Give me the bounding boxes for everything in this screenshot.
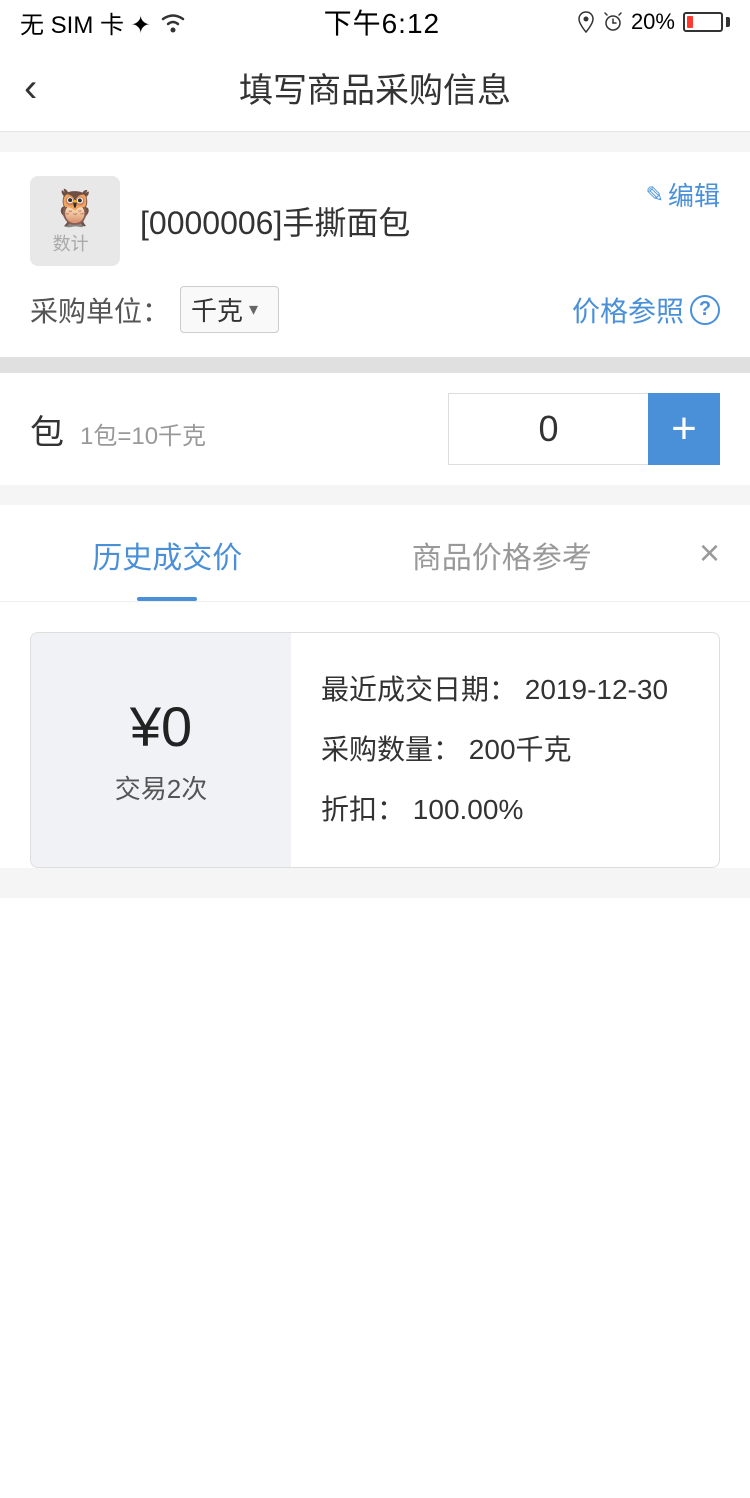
- tab-active-indicator: [137, 597, 197, 601]
- edit-icon: ✎: [646, 182, 664, 208]
- recent-date-row: 最近成交日期： 2019-12-30: [321, 669, 689, 711]
- history-price-section: ¥0 交易2次: [31, 633, 291, 867]
- blank-area: [0, 898, 750, 1498]
- product-name: [0000006]手撕面包: [140, 198, 410, 244]
- history-card: ¥0 交易2次 最近成交日期： 2019-12-30 采购数量： 200千克 折…: [30, 632, 720, 868]
- unit-sub-label: 1包=10千克: [80, 416, 206, 451]
- product-left: 🦉 数计 [0000006]手撕面包: [30, 176, 410, 266]
- unit-big-label: 包: [30, 405, 64, 454]
- plus-button[interactable]: +: [648, 393, 720, 465]
- recent-date-value: 2019-12-30: [525, 674, 668, 705]
- status-time: 下午6:12: [324, 2, 441, 42]
- quantity-input[interactable]: [448, 393, 648, 465]
- unit-selector[interactable]: 千克 ▾: [180, 286, 279, 333]
- tabs-header: 历史成交价 商品价格参考 ×: [0, 505, 750, 602]
- edit-button[interactable]: ✎ 编辑: [646, 176, 720, 213]
- purchase-quantity-row: 采购数量： 200千克: [321, 729, 689, 771]
- unit-section: 采购单位： 千克 ▾: [30, 286, 279, 333]
- quantity-row: 包 1包=10千克 +: [0, 373, 750, 485]
- battery-text: 20%: [631, 9, 675, 35]
- purchase-quantity-label: 采购数量：: [321, 734, 461, 765]
- tabs-panel: 历史成交价 商品价格参考 × ¥0 交易2次 最近成交日期： 2019-12-3…: [0, 505, 750, 868]
- tab-price-reference[interactable]: 商品价格参考: [334, 505, 668, 601]
- tab-history-price[interactable]: 历史成交价: [0, 505, 334, 601]
- tab-close-button[interactable]: ×: [669, 512, 750, 594]
- battery-icon: [683, 12, 730, 32]
- section-divider: [0, 357, 750, 373]
- page-title: 填写商品采购信息: [239, 63, 511, 112]
- unit-label: 采购单位：: [30, 290, 170, 330]
- status-left: 无 SIM 卡 ✦: [20, 5, 187, 40]
- recent-date-label: 最近成交日期：: [321, 674, 517, 705]
- quantity-label: 包 1包=10千克: [30, 405, 206, 454]
- sim-text: 无 SIM 卡 ✦: [20, 5, 151, 40]
- product-card: 🦉 数计 [0000006]手撕面包 ✎ 编辑 采购单位： 千克 ▾ 价格参照 …: [0, 152, 750, 357]
- product-header: 🦉 数计 [0000006]手撕面包 ✎ 编辑: [30, 176, 720, 266]
- discount-label: 折扣：: [321, 794, 405, 825]
- purchase-quantity-value: 200千克: [469, 734, 572, 765]
- location-icon: [577, 11, 595, 33]
- price-reference-button[interactable]: 价格参照 ?: [572, 290, 720, 330]
- status-right: 20%: [577, 9, 730, 35]
- trade-count: 交易2次: [115, 769, 207, 806]
- wifi-icon: [159, 11, 187, 33]
- dropdown-arrow-icon: ▾: [249, 299, 258, 320]
- help-icon: ?: [690, 295, 720, 325]
- history-details-section: 最近成交日期： 2019-12-30 采购数量： 200千克 折扣： 100.0…: [291, 633, 719, 867]
- discount-row: 折扣： 100.00%: [321, 789, 689, 831]
- history-price: ¥0: [130, 694, 192, 759]
- nav-bar: ‹ 填写商品采购信息: [0, 44, 750, 132]
- product-footer: 采购单位： 千克 ▾ 价格参照 ?: [30, 286, 720, 333]
- discount-value: 100.00%: [413, 794, 524, 825]
- quantity-input-area: +: [448, 393, 720, 465]
- product-logo: 🦉: [53, 186, 98, 229]
- unit-value: 千克: [191, 291, 243, 328]
- back-button[interactable]: ‹: [24, 68, 37, 108]
- product-thumbnail: 🦉 数计: [30, 176, 120, 266]
- status-bar: 无 SIM 卡 ✦ 下午6:12 20%: [0, 0, 750, 44]
- alarm-icon: [603, 11, 623, 33]
